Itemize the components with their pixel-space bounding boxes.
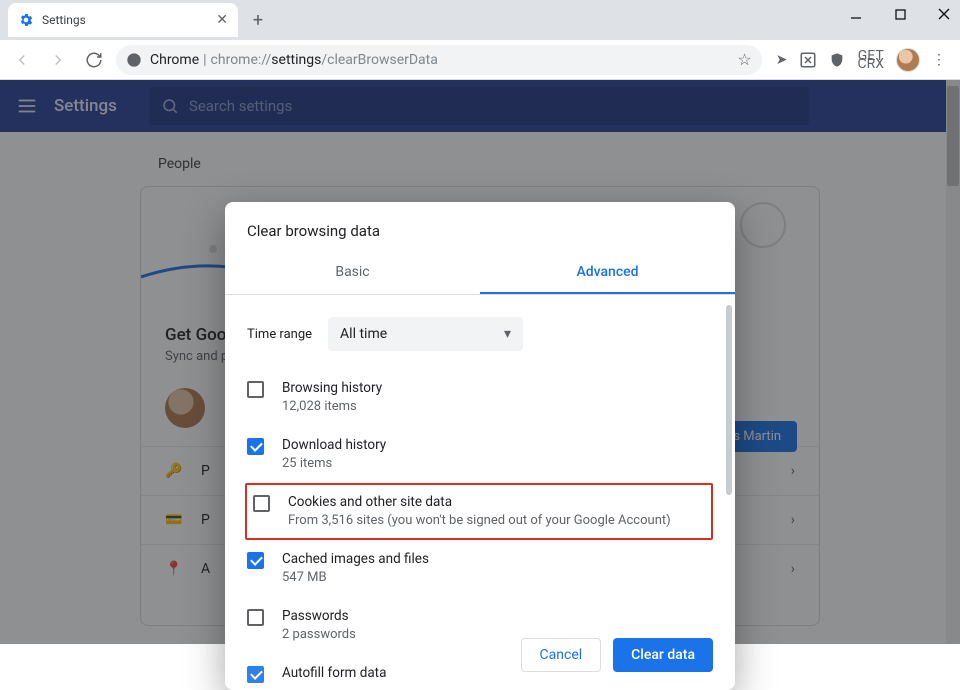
dialog-content: Time range All time ▾ Browsing history 1… <box>225 295 735 615</box>
time-range-select[interactable]: All time ▾ <box>328 317 523 351</box>
omnibox-text: Chrome|chrome://settings/clearBrowserDat… <box>150 52 438 68</box>
dialog-title: Clear browsing data <box>225 202 735 256</box>
checkbox-autofill[interactable] <box>247 666 264 683</box>
tab-basic[interactable]: Basic <box>225 256 480 294</box>
dialog-tabs: Basic Advanced <box>225 256 735 295</box>
menu-kebab-icon[interactable]: ⋮ <box>932 52 946 68</box>
browser-chrome: Settings ✕ + Chrome|chrome://settings/cl… <box>0 0 960 80</box>
new-tab-button[interactable]: + <box>244 6 272 34</box>
chevron-down-icon: ▾ <box>504 326 511 342</box>
address-bar[interactable]: Chrome|chrome://settings/clearBrowserDat… <box>116 45 762 75</box>
back-button[interactable] <box>8 46 36 74</box>
forward-button[interactable] <box>44 46 72 74</box>
option-cookies[interactable]: Cookies and other site data From 3,516 s… <box>245 483 713 540</box>
option-autofill[interactable]: Autofill form data <box>247 654 713 683</box>
browser-toolbar: Chrome|chrome://settings/clearBrowserDat… <box>0 40 960 80</box>
tab-advanced[interactable]: Advanced <box>480 256 735 294</box>
option-download-history[interactable]: Download history 25 items <box>247 426 713 483</box>
checkbox-browsing-history[interactable] <box>247 381 264 398</box>
option-browsing-history[interactable]: Browsing history 12,028 items <box>247 369 713 426</box>
minimize-icon[interactable] <box>844 2 868 26</box>
tab-close-icon[interactable]: ✕ <box>216 12 228 28</box>
reload-button[interactable] <box>80 46 108 74</box>
checkbox-cookies[interactable] <box>253 495 270 512</box>
bookmark-star-icon[interactable]: ☆ <box>737 50 751 69</box>
settings-app: Settings Search settings People Get Goo … <box>0 80 960 644</box>
getcrx-icon[interactable]: GET CRX <box>857 52 884 68</box>
extension-x-icon[interactable] <box>799 51 817 69</box>
site-info-icon[interactable] <box>126 52 142 68</box>
dialog-scrollbar[interactable] <box>726 305 732 495</box>
close-icon[interactable] <box>932 2 956 26</box>
option-cached[interactable]: Cached images and files 547 MB <box>247 540 713 597</box>
shield-icon[interactable] <box>829 52 845 68</box>
maximize-icon[interactable] <box>888 2 912 26</box>
time-range-label: Time range <box>247 327 312 342</box>
checkbox-cached[interactable] <box>247 552 264 569</box>
checkbox-passwords[interactable] <box>247 609 264 626</box>
window-controls <box>844 2 956 26</box>
browser-tab[interactable]: Settings ✕ <box>8 3 238 37</box>
gear-icon <box>18 12 34 28</box>
profile-avatar[interactable] <box>896 48 920 72</box>
extension-icons: ➤ GET CRX ⋮ <box>770 48 952 72</box>
plane-icon[interactable]: ➤ <box>776 52 788 68</box>
tab-strip: Settings ✕ + <box>0 0 960 40</box>
clear-browsing-data-dialog: Clear browsing data Basic Advanced Time … <box>225 202 735 690</box>
checkbox-download-history[interactable] <box>247 438 264 455</box>
tab-title: Settings <box>42 13 216 27</box>
option-passwords[interactable]: Passwords 2 passwords <box>247 597 713 654</box>
